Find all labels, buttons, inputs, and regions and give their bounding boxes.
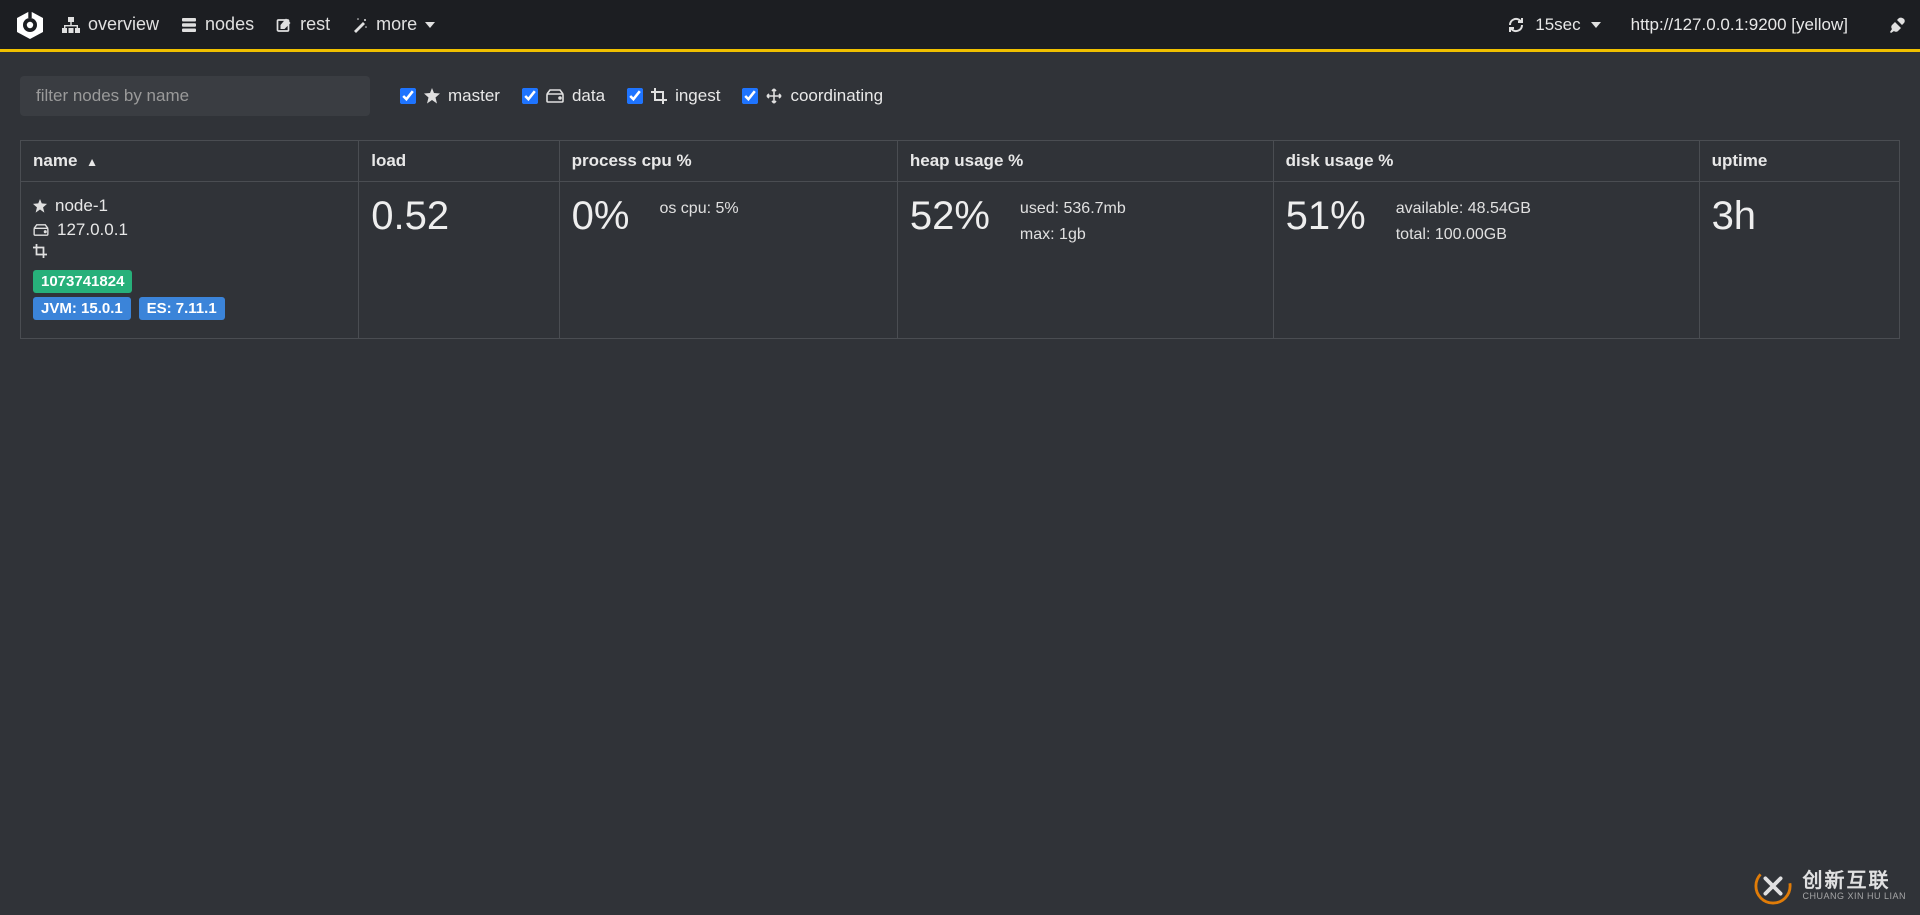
sitemap-icon	[62, 17, 80, 33]
hdd-icon	[33, 224, 49, 236]
column-header-disk[interactable]: disk usage %	[1273, 141, 1699, 182]
cell-heap: 52% used: 536.7mb max: 1gb	[897, 182, 1273, 339]
jvm-version-badge: JVM: 15.0.1	[33, 297, 131, 320]
nav-more[interactable]: more	[352, 14, 435, 35]
database-icon	[181, 17, 197, 33]
node-ip: 127.0.0.1	[57, 220, 128, 240]
cell-node-name: node-1 127.0.0.1 1073741824 JVM: 15.0.1 …	[21, 182, 359, 339]
hdd-icon	[546, 89, 564, 103]
column-header-heap[interactable]: heap usage %	[897, 141, 1273, 182]
plug-icon	[1888, 16, 1906, 34]
disk-total-label: total: 100.00GB	[1396, 222, 1531, 248]
watermark-logo-icon	[1754, 867, 1792, 905]
cluster-host-label: http://127.0.0.1:9200 [yellow]	[1631, 15, 1848, 35]
magic-icon	[352, 17, 368, 33]
star-icon	[33, 199, 47, 213]
role-filter-data-label: data	[572, 86, 605, 106]
role-filter-ingest-label: ingest	[675, 86, 720, 106]
watermark: 创新互联 CHUANG XIN HU LIAN	[1754, 867, 1906, 905]
nodes-table: name ▲ load process cpu % heap usage % d…	[20, 140, 1900, 339]
role-filter-coordinating-checkbox[interactable]	[742, 88, 758, 104]
watermark-text-cn: 创新互联	[1802, 871, 1906, 892]
top-navbar: overview nodes rest more 15sec http://12…	[0, 0, 1920, 52]
disk-percent-value: 51%	[1286, 196, 1366, 236]
refresh-interval-selector[interactable]: 15sec	[1507, 15, 1600, 35]
refresh-icon	[1507, 16, 1525, 34]
column-header-cpu[interactable]: process cpu %	[559, 141, 897, 182]
cell-uptime: 3h	[1699, 182, 1899, 339]
node-name: node-1	[55, 196, 108, 216]
cell-load: 0.52	[359, 182, 559, 339]
nav-rest-label: rest	[300, 14, 330, 35]
table-row: node-1 127.0.0.1 1073741824 JVM: 15.0.1 …	[21, 182, 1900, 339]
column-header-load[interactable]: load	[359, 141, 559, 182]
cell-disk: 51% available: 48.54GB total: 100.00GB	[1273, 182, 1699, 339]
process-cpu-value: 0%	[572, 196, 630, 236]
heap-percent-value: 52%	[910, 196, 990, 236]
nav-nodes[interactable]: nodes	[181, 14, 254, 35]
cell-cpu: 0% os cpu: 5%	[559, 182, 897, 339]
uptime-value: 3h	[1712, 196, 1887, 236]
disk-available-label: available: 48.54GB	[1396, 196, 1531, 222]
column-header-name[interactable]: name ▲	[21, 141, 359, 182]
heap-max-label: max: 1gb	[1020, 222, 1126, 248]
watermark-text-en: CHUANG XIN HU LIAN	[1802, 892, 1906, 901]
edit-icon	[276, 17, 292, 33]
crop-icon	[33, 244, 47, 258]
role-filter-data-checkbox[interactable]	[522, 88, 538, 104]
os-cpu-label: os cpu: 5%	[659, 196, 738, 222]
column-header-uptime[interactable]: uptime	[1699, 141, 1899, 182]
filter-nodes-input[interactable]	[20, 76, 370, 116]
sort-asc-icon: ▲	[86, 155, 98, 169]
role-filter-master-checkbox[interactable]	[400, 88, 416, 104]
role-filter-ingest[interactable]: ingest	[627, 86, 720, 106]
heap-used-label: used: 536.7mb	[1020, 196, 1126, 222]
role-filter-coordinating[interactable]: coordinating	[742, 86, 883, 106]
connect-button[interactable]	[1888, 16, 1906, 34]
filter-bar: master data ingest coordinating	[0, 52, 1920, 140]
heap-bytes-badge: 1073741824	[33, 270, 132, 293]
app-logo[interactable]	[14, 9, 46, 41]
role-filter-coordinating-label: coordinating	[790, 86, 883, 106]
es-version-badge: ES: 7.11.1	[139, 297, 225, 320]
nav-rest[interactable]: rest	[276, 14, 330, 35]
crop-icon	[651, 88, 667, 104]
role-filter-master[interactable]: master	[400, 86, 500, 106]
nav-nodes-label: nodes	[205, 14, 254, 35]
star-icon	[424, 88, 440, 104]
load-value: 0.52	[371, 196, 546, 236]
caret-down-icon	[425, 22, 435, 28]
caret-down-icon	[1591, 22, 1601, 28]
nav-more-label: more	[376, 14, 417, 35]
nav-overview-label: overview	[88, 14, 159, 35]
role-filter-data[interactable]: data	[522, 86, 605, 106]
role-filter-ingest-checkbox[interactable]	[627, 88, 643, 104]
refresh-interval-label: 15sec	[1535, 15, 1580, 35]
role-filter-master-label: master	[448, 86, 500, 106]
nav-overview[interactable]: overview	[62, 14, 159, 35]
column-header-name-label: name	[33, 151, 77, 170]
move-icon	[766, 88, 782, 104]
